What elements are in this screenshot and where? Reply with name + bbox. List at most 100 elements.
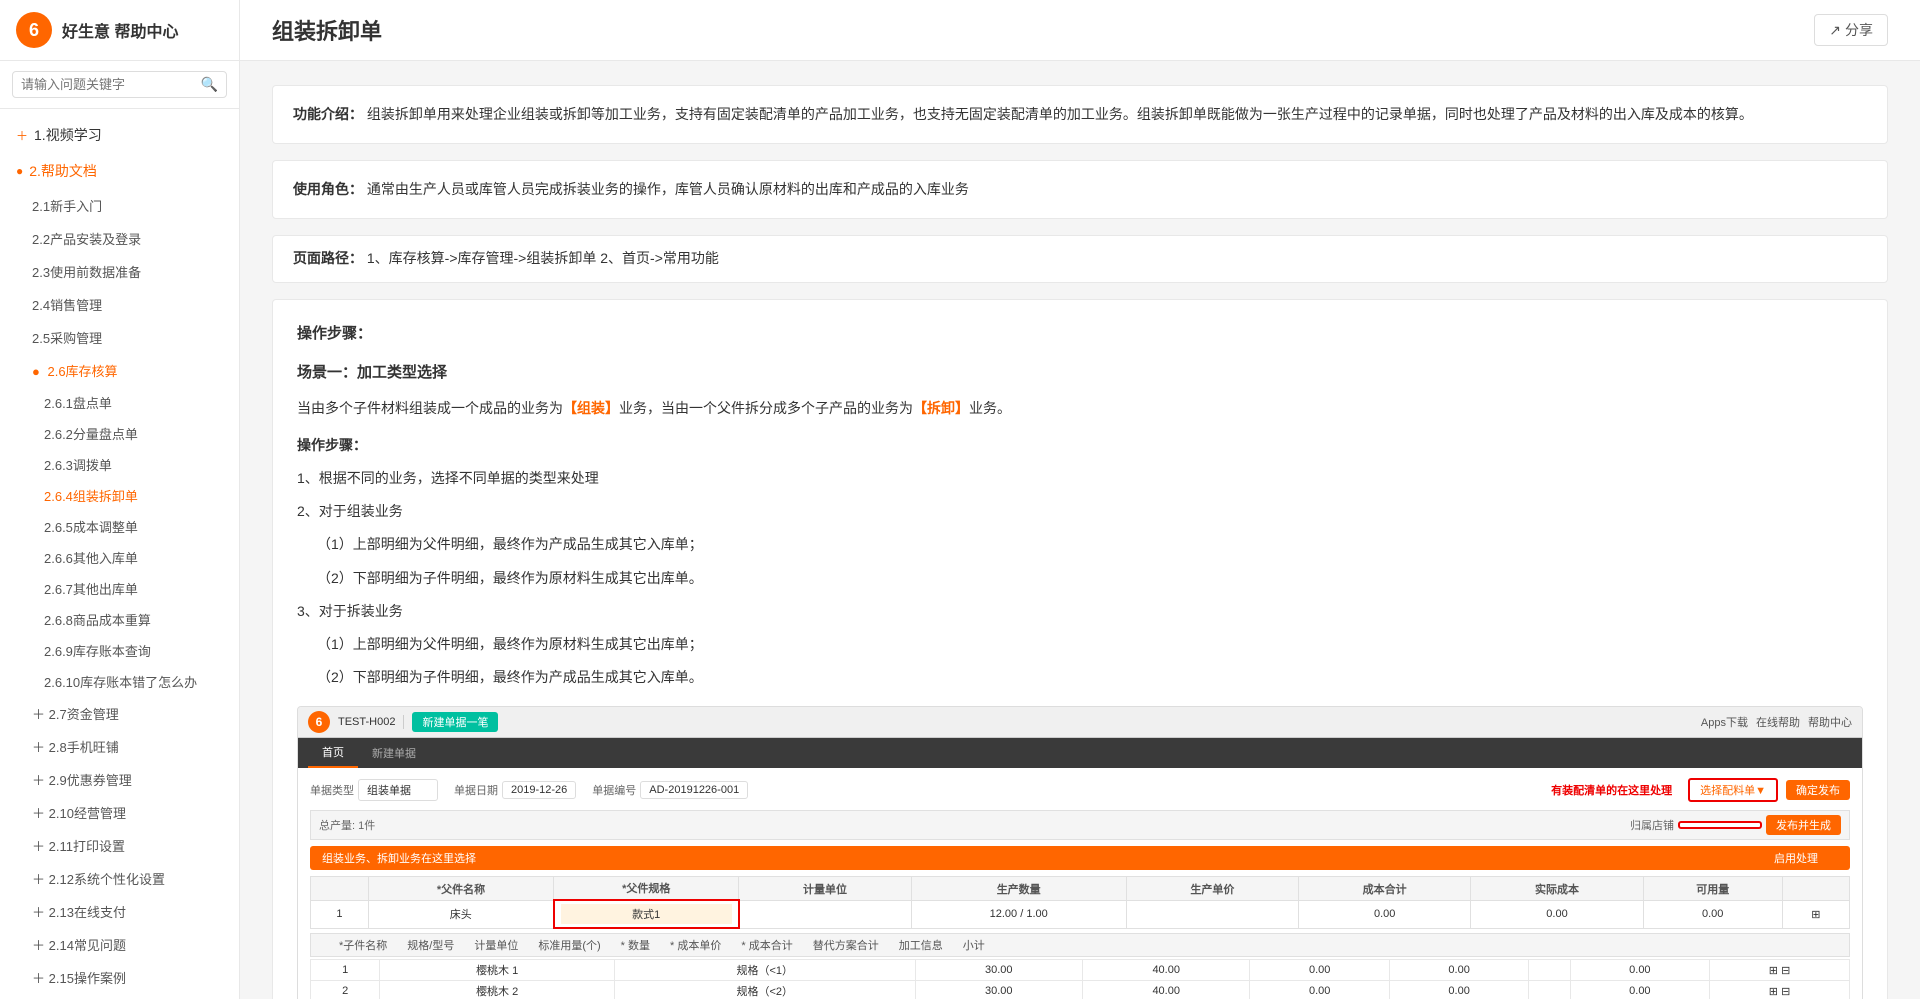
step3: 3、对于拆装业务 bbox=[297, 599, 1863, 624]
sidebar-item-cost-adjust[interactable]: 2.6.5成本调整单 bbox=[0, 511, 239, 542]
sidebar-item-video[interactable]: ＋ 1.视频学习 bbox=[0, 117, 239, 153]
plus-icon: ＋ bbox=[16, 127, 28, 144]
sidebar-item-finance[interactable]: ＋ 2.7资金管理 bbox=[0, 697, 239, 730]
sidebar-item-biz[interactable]: ＋ 2.10经营管理 bbox=[0, 796, 239, 829]
scene1-title: 场景一：加工类型选择 bbox=[297, 359, 1863, 386]
main-scrollable-content: 功能介绍： 组装拆卸单用来处理企业组装或拆卸等加工业务，支持有固定装配清单的产品… bbox=[240, 61, 1920, 999]
sidebar-nav: ＋ 1.视频学习 ● 2.帮助文档 2.1新手入门 2.2产品安装及登录 2.3… bbox=[0, 109, 239, 999]
no-value[interactable]: AD-20191226-001 bbox=[640, 781, 748, 799]
th-prod-qty: 生产数量 bbox=[911, 877, 1126, 901]
divider bbox=[403, 715, 404, 729]
inventory-expand-icon: ● bbox=[32, 364, 40, 379]
role-block: 使用角色： 通常由生产人员或库管人员完成拆装业务的操作，库管人员确认原材料的出库… bbox=[272, 160, 1888, 219]
path-label: 页面路径： bbox=[293, 250, 363, 266]
sidebar-item-sales[interactable]: 2.4销售管理 bbox=[0, 288, 239, 321]
sidebar-item-purchase[interactable]: 2.5采购管理 bbox=[0, 321, 239, 354]
type-value[interactable]: 组装单据 bbox=[358, 779, 438, 801]
date-label: 单据日期 bbox=[454, 782, 498, 798]
store-label: 归属店铺 bbox=[1630, 817, 1674, 833]
sidebar-item-other-out[interactable]: 2.6.7其他出库单 bbox=[0, 573, 239, 604]
brand-name: 好生意 帮助中心 bbox=[62, 18, 178, 42]
sidebar-item-faq[interactable]: ＋ 2.14常见问题 bbox=[0, 928, 239, 961]
apps-link[interactable]: Apps下载 bbox=[1701, 714, 1748, 730]
sidebar-item-mobile[interactable]: ＋ 2.8手机旺铺 bbox=[0, 730, 239, 763]
form-actions: 有装配清单的在这里处理 选择配料单▼ 确定发布 bbox=[764, 778, 1850, 802]
lower-th-std-qty: 标准用量(个) bbox=[538, 937, 600, 953]
plus-icon-biz: ＋ bbox=[32, 806, 45, 821]
sidebar-item-new-user[interactable]: 2.1新手入门 bbox=[0, 189, 239, 222]
sidebar-item-stocktake[interactable]: 2.6.1盘点单 bbox=[0, 387, 239, 418]
store-input[interactable] bbox=[1678, 821, 1762, 829]
sidebar-item-goods-cost[interactable]: 2.6.8商品成本重算 bbox=[0, 604, 239, 635]
app-form-row1: 单据类型 组装单据 单据日期 2019-12-26 bbox=[310, 778, 1850, 802]
step2-2: （2）下部明细为子件明细，最终作为原材料生成其它出库单。 bbox=[297, 566, 1863, 591]
search-wrap[interactable]: 🔍 bbox=[12, 71, 227, 98]
app-top-bar: 6 TEST-H002 新建单据一笔 Apps下载 在线帮助 帮助中心 bbox=[298, 707, 1862, 738]
main-header: 组装拆卸单 ↗ 分享 bbox=[240, 0, 1920, 61]
center-link[interactable]: 帮助中心 bbox=[1808, 714, 1852, 730]
share-icon: ↗ bbox=[1829, 22, 1841, 39]
form-date: 单据日期 2019-12-26 bbox=[454, 781, 576, 799]
app-form-area: 单据类型 组装单据 单据日期 2019-12-26 bbox=[298, 768, 1862, 999]
help-link[interactable]: 在线帮助 bbox=[1756, 714, 1800, 730]
td-prod-qty: 12.00 / 1.00 bbox=[911, 900, 1126, 928]
th-avail: 可用量 bbox=[1643, 877, 1782, 901]
func-intro-label: 功能介绍： bbox=[293, 106, 363, 122]
sidebar-item-customize[interactable]: ＋ 2.12系统个性化设置 bbox=[0, 862, 239, 895]
sidebar-item-online-pay[interactable]: ＋ 2.13在线支付 bbox=[0, 895, 239, 928]
confirm-btn[interactable]: 确定发布 bbox=[1786, 780, 1850, 800]
logo-icon: 6 bbox=[16, 12, 52, 48]
app-sub-header: 总产量: 1件 归属店铺 发布并生成 bbox=[310, 810, 1850, 840]
sidebar-item-help-doc[interactable]: ● 2.帮助文档 bbox=[0, 153, 239, 189]
sidebar-item-print[interactable]: ＋ 2.11打印设置 bbox=[0, 829, 239, 862]
th-qty: 计量单位 bbox=[739, 877, 911, 901]
role-label: 使用角色： bbox=[293, 181, 363, 197]
screenshot-relative: 6 TEST-H002 新建单据一笔 Apps下载 在线帮助 帮助中心 首页 bbox=[298, 707, 1862, 999]
th-name: *父件名称 bbox=[368, 877, 553, 901]
upper-table: *父件名称 *父件规格 计量单位 生产数量 生产单价 成本合计 实际成本 可用量 bbox=[310, 876, 1850, 929]
lower-table: 1 樱桃木 1 规格（<1） 30.00 40.00 0.00 0.00 0.0… bbox=[310, 959, 1850, 999]
sidebar-item-inventory[interactable]: ● 2.6库存核算 bbox=[0, 354, 239, 387]
sidebar-item-other-in[interactable]: 2.6.6其他入库单 bbox=[0, 542, 239, 573]
plus-icon-print: ＋ bbox=[32, 839, 45, 854]
plus-icon-faq: ＋ bbox=[32, 938, 45, 953]
sidebar-item-prep[interactable]: 2.3使用前数据准备 bbox=[0, 255, 239, 288]
td-spec-highlighted: 款式1 bbox=[554, 900, 739, 928]
step2: 2、对于组装业务 bbox=[297, 499, 1863, 524]
search-input[interactable] bbox=[21, 77, 201, 92]
sidebar-header: 6 好生意 帮助中心 bbox=[0, 0, 239, 61]
sidebar-item-adjust[interactable]: 2.6.3调拨单 bbox=[0, 449, 239, 480]
sidebar-item-coupon[interactable]: ＋ 2.9优惠券管理 bbox=[0, 763, 239, 796]
plus-icon-finance: ＋ bbox=[32, 707, 45, 722]
share-button[interactable]: ↗ 分享 bbox=[1814, 14, 1888, 46]
th-check bbox=[311, 877, 369, 901]
choose-list-btn[interactable]: 选择配料单▼ bbox=[1688, 778, 1778, 802]
assembly-type-bar: 组装业务、拆卸业务在这里选择 启用处理 bbox=[310, 846, 1850, 870]
app-id: TEST-H002 bbox=[338, 716, 395, 728]
table-row: 1 床头 款式1 12.00 / 1.00 0.00 0.00 0.00 bbox=[311, 900, 1850, 928]
lower-th-info: 加工信息 bbox=[899, 937, 943, 953]
form-no: 单据编号 AD-20191226-001 bbox=[592, 781, 748, 799]
sidebar-item-cases[interactable]: ＋ 2.15操作案例 bbox=[0, 961, 239, 994]
app-tab-home[interactable]: 首页 bbox=[308, 738, 358, 768]
app-tab-new[interactable]: 新建单据 bbox=[358, 739, 430, 767]
sidebar-item-split-take[interactable]: 2.6.2分量盘点单 bbox=[0, 418, 239, 449]
th-cost-total: 成本合计 bbox=[1299, 877, 1471, 901]
sidebar-item-stock-err[interactable]: 2.6.10库存账本错了怎么办 bbox=[0, 666, 239, 697]
search-box: 🔍 bbox=[0, 61, 239, 109]
td-unit bbox=[739, 900, 911, 928]
minus-icon: ● bbox=[16, 164, 23, 178]
sidebar-item-assembly[interactable]: 2.6.4组装拆卸单 bbox=[0, 480, 239, 511]
lower-th-actual: 替代方案合计 bbox=[813, 937, 879, 953]
step3-2: （2）下部明细为子件明细，最终作为产成品生成其它入库单。 bbox=[297, 665, 1863, 690]
sidebar-item-install[interactable]: 2.2产品安装及登录 bbox=[0, 222, 239, 255]
sidebar-item-stock-check[interactable]: 2.6.9库存账本查询 bbox=[0, 635, 239, 666]
save-btn[interactable]: 发布并生成 bbox=[1766, 815, 1841, 835]
date-value[interactable]: 2019-12-26 bbox=[502, 781, 576, 799]
new-record-btn[interactable]: 新建单据一笔 bbox=[412, 712, 498, 732]
type-label: 单据类型 bbox=[310, 782, 354, 798]
th-action bbox=[1782, 877, 1849, 901]
path-text: 1、库存核算->库存管理->组装拆卸单 2、首页->常用功能 bbox=[367, 250, 719, 266]
td-action-icon[interactable]: ⊞ bbox=[1782, 900, 1849, 928]
sidebar: 6 好生意 帮助中心 🔍 ＋ 1.视频学习 ● 2.帮助文档 2.1新手入门 2… bbox=[0, 0, 240, 999]
